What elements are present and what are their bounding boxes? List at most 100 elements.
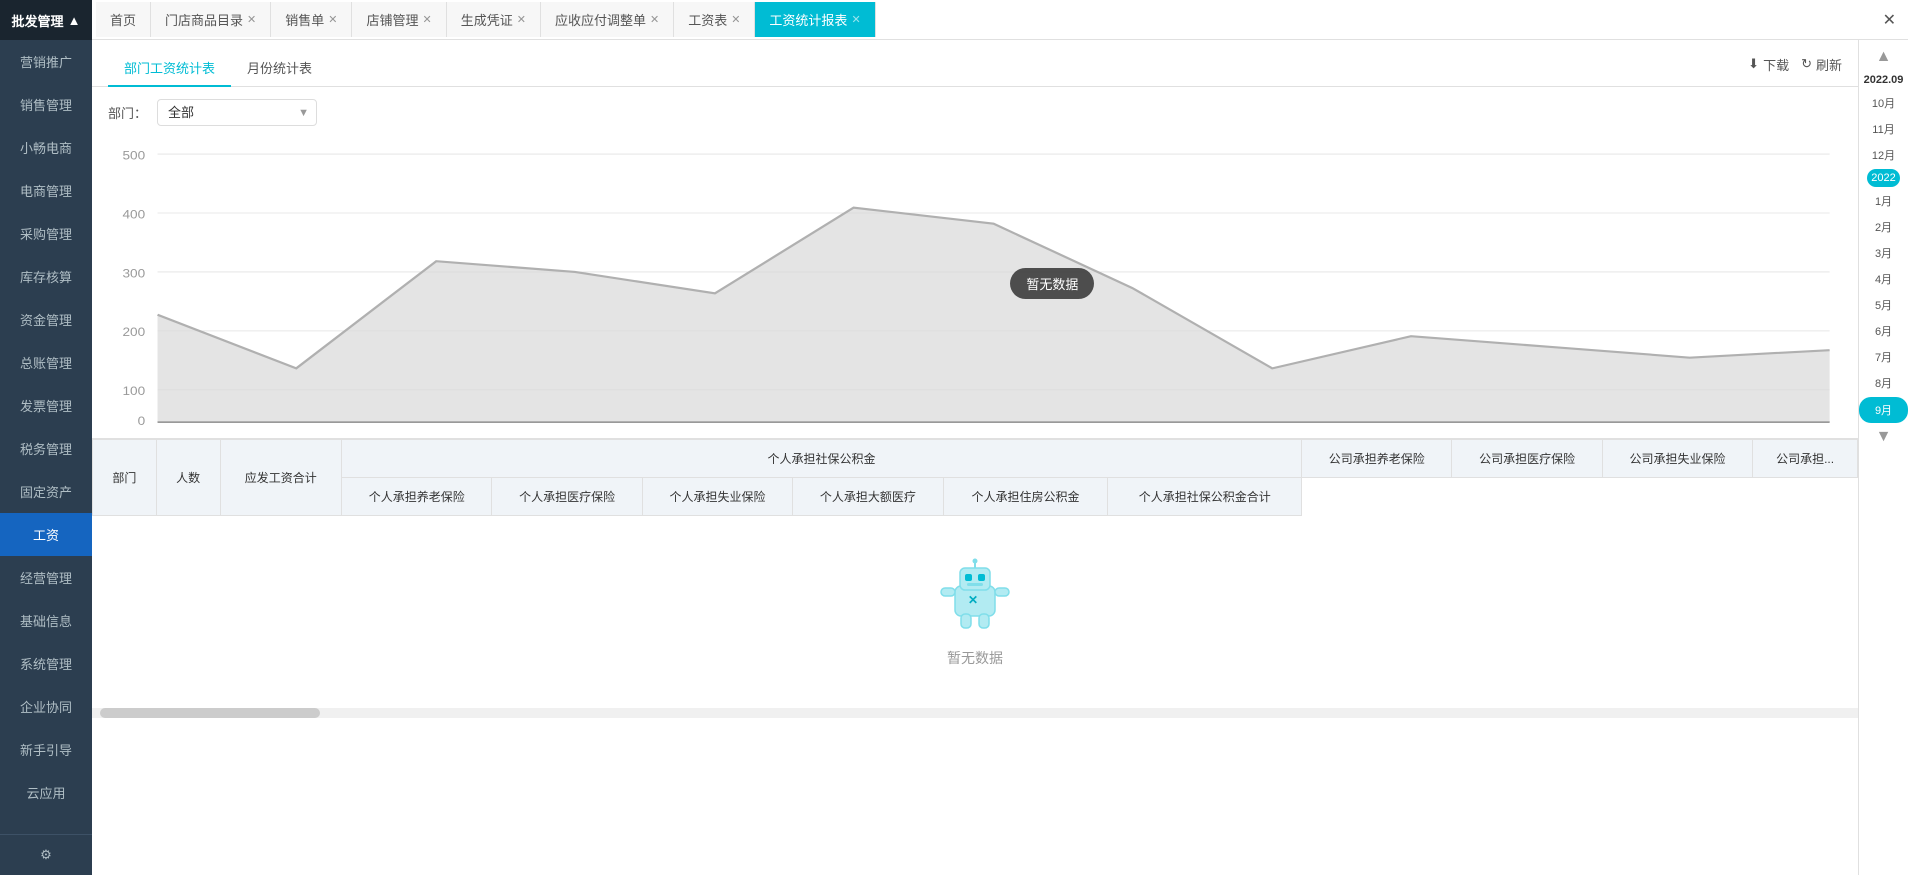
timeline-month-4[interactable]: 4月 [1859, 266, 1908, 292]
sidebar: 批发管理 ▲ 营销推广 销售管理 小畅电商 电商管理 采购管理 库存核算 资金管… [0, 0, 92, 875]
timeline-month-11[interactable]: 11月 [1859, 116, 1908, 142]
table-container[interactable]: 部门 人数 应发工资合计 个人承担社保公积金 公司承担养老保险 公司承担医疗保险… [92, 438, 1858, 875]
refresh-button[interactable]: ↻ 刷新 [1801, 55, 1842, 74]
sidebar-item-marketing[interactable]: 营销推广 [0, 40, 92, 83]
timeline-month-1[interactable]: 1月 [1859, 188, 1908, 214]
col-personal-housing: 个人承担住房公积金 [943, 478, 1108, 516]
sidebar-item-cloud[interactable]: 云应用 [0, 771, 92, 814]
sidebar-item-ecommerce[interactable]: 电商管理 [0, 169, 92, 212]
sidebar-arrow-icon: ▲ [68, 13, 81, 28]
tab-home[interactable]: 首页 [96, 2, 151, 37]
col-count: 人数 [156, 440, 220, 516]
col-personal-pension: 个人承担养老保险 [342, 478, 492, 516]
col-personal-unemployment: 个人承担失业保险 [642, 478, 792, 516]
tab-products[interactable]: 门店商品目录 ✕ [151, 2, 271, 37]
tab-payroll-stats[interactable]: 工资统计报表 ✕ [755, 2, 875, 37]
tab-payroll-table-close[interactable]: ✕ [731, 13, 740, 26]
empty-state-text: 暂无数据 [947, 648, 1003, 668]
timeline-month-8[interactable]: 8月 [1859, 370, 1908, 396]
svg-text:300: 300 [122, 266, 145, 280]
tab-sales-order[interactable]: 销售单 ✕ [271, 2, 352, 37]
page-content: 部门工资统计表 月份统计表 ⬇ 下载 ↻ 刷新 [92, 40, 1858, 875]
svg-text:0: 0 [138, 414, 146, 428]
sidebar-item-ledger[interactable]: 总账管理 [0, 341, 92, 384]
download-button[interactable]: ⬇ 下载 [1748, 55, 1789, 74]
sidebar-item-assets[interactable]: 固定资产 [0, 470, 92, 513]
timeline-month-5[interactable]: 5月 [1859, 292, 1908, 318]
svg-text:200: 200 [122, 325, 145, 339]
tab-store-close[interactable]: ✕ [423, 13, 432, 26]
download-icon: ⬇ [1748, 56, 1759, 72]
tab-payroll-table[interactable]: 工资表 ✕ [674, 2, 755, 37]
sub-tab-month-stats[interactable]: 月份统计表 [231, 50, 328, 87]
sidebar-item-invoice[interactable]: 发票管理 [0, 384, 92, 427]
tab-products-close[interactable]: ✕ [247, 13, 256, 26]
timeline-month-9[interactable]: 9月 [1859, 397, 1908, 423]
sidebar-item-sales[interactable]: 销售管理 [0, 83, 92, 126]
tab-sales-order-close[interactable]: ✕ [328, 13, 337, 26]
chart-area: 500 400 300 200 100 0 [92, 138, 1858, 438]
sidebar-item-basic[interactable]: 基础信息 [0, 599, 92, 642]
sidebar-settings-button[interactable]: ⚙ [0, 834, 92, 875]
sidebar-item-inventory[interactable]: 库存核算 [0, 255, 92, 298]
sidebar-item-ecommerce-small[interactable]: 小畅电商 [0, 126, 92, 169]
svg-text:500: 500 [122, 148, 145, 162]
sub-tab-actions: ⬇ 下载 ↻ 刷新 [1748, 55, 1842, 82]
col-company-more: 公司承担... [1753, 440, 1858, 478]
timeline-month-7[interactable]: 7月 [1859, 344, 1908, 370]
col-company-medical: 公司承担医疗保险 [1452, 440, 1602, 478]
timeline-sidebar: ▲ 2022.09 10月 11月 12月 2022 1月 2月 3月 4月 5… [1858, 40, 1908, 875]
col-personal-large-medical: 个人承担大额医疗 [793, 478, 943, 516]
sidebar-item-tax[interactable]: 税务管理 [0, 427, 92, 470]
timeline-month-12[interactable]: 12月 [1859, 142, 1908, 168]
tab-payroll-stats-close[interactable]: ✕ [851, 13, 860, 26]
sub-tab-dept-stats[interactable]: 部门工资统计表 [108, 50, 231, 87]
timeline-up-button[interactable]: ▲ [1872, 44, 1896, 70]
dept-select-wrapper: 全部 销售部 财务部 采购部 技术部 ▼ [157, 99, 317, 126]
timeline-month-3[interactable]: 3月 [1859, 240, 1908, 266]
tab-voucher-close[interactable]: ✕ [517, 13, 526, 26]
sidebar-title: 批发管理 [12, 11, 64, 30]
sub-tabs: 部门工资统计表 月份统计表 ⬇ 下载 ↻ 刷新 [92, 40, 1858, 87]
sidebar-item-finance[interactable]: 资金管理 [0, 298, 92, 341]
svg-text:100: 100 [122, 384, 145, 398]
tab-receivable-close[interactable]: ✕ [650, 13, 659, 26]
sidebar-item-enterprise[interactable]: 企业协同 [0, 685, 92, 728]
dept-select[interactable]: 全部 销售部 财务部 采购部 技术部 [157, 99, 317, 126]
empty-state: ✕ 暂无数据 [92, 516, 1858, 708]
sidebar-item-system[interactable]: 系统管理 [0, 642, 92, 685]
timeline-month-10[interactable]: 10月 [1859, 90, 1908, 116]
filter-row: 部门： 全部 销售部 财务部 采购部 技术部 ▼ [92, 87, 1858, 138]
tab-bar: 首页 门店商品目录 ✕ 销售单 ✕ 店铺管理 ✕ 生成凭证 ✕ 应收应付调整单 … [92, 0, 1908, 40]
sidebar-item-guide[interactable]: 新手引导 [0, 728, 92, 771]
refresh-icon: ↻ [1801, 56, 1812, 72]
col-total-salary: 应发工资合计 [220, 440, 342, 516]
col-personal-medical: 个人承担医疗保险 [492, 478, 642, 516]
col-personal-group: 个人承担社保公积金 [342, 440, 1302, 478]
svg-text:400: 400 [122, 207, 145, 221]
timeline-year-2022[interactable]: 2022 [1867, 169, 1899, 187]
horizontal-scrollbar[interactable] [92, 708, 1858, 718]
col-company-pension: 公司承担养老保险 [1302, 440, 1452, 478]
sidebar-item-payroll[interactable]: 工资 [0, 513, 92, 556]
sidebar-item-operation[interactable]: 经营管理 [0, 556, 92, 599]
col-dept: 部门 [93, 440, 157, 516]
col-personal-total: 个人承担社保公积金合计 [1108, 478, 1302, 516]
timeline-month-2[interactable]: 2月 [1859, 214, 1908, 240]
tab-receivable[interactable]: 应收应付调整单 ✕ [541, 2, 674, 37]
tab-store[interactable]: 店铺管理 ✕ [352, 2, 446, 37]
scrollbar-thumb [100, 708, 320, 718]
timeline-month-6[interactable]: 6月 [1859, 318, 1908, 344]
col-company-unemployment: 公司承担失业保险 [1602, 440, 1752, 478]
timeline-year-label: 2022.09 [1858, 70, 1908, 90]
empty-robot-icon: ✕ [935, 556, 1015, 636]
sidebar-header[interactable]: 批发管理 ▲ [0, 0, 92, 40]
chart-svg: 500 400 300 200 100 0 [108, 138, 1842, 438]
content-area: 部门工资统计表 月份统计表 ⬇ 下载 ↻ 刷新 [92, 40, 1908, 875]
timeline-down-button[interactable]: ▼ [1872, 424, 1896, 450]
tab-bar-close-icon[interactable]: ✕ [1883, 10, 1896, 30]
tab-voucher[interactable]: 生成凭证 ✕ [447, 2, 541, 37]
sidebar-item-purchase[interactable]: 采购管理 [0, 212, 92, 255]
dept-label: 部门： [108, 103, 147, 122]
svg-text:✕: ✕ [968, 593, 978, 607]
